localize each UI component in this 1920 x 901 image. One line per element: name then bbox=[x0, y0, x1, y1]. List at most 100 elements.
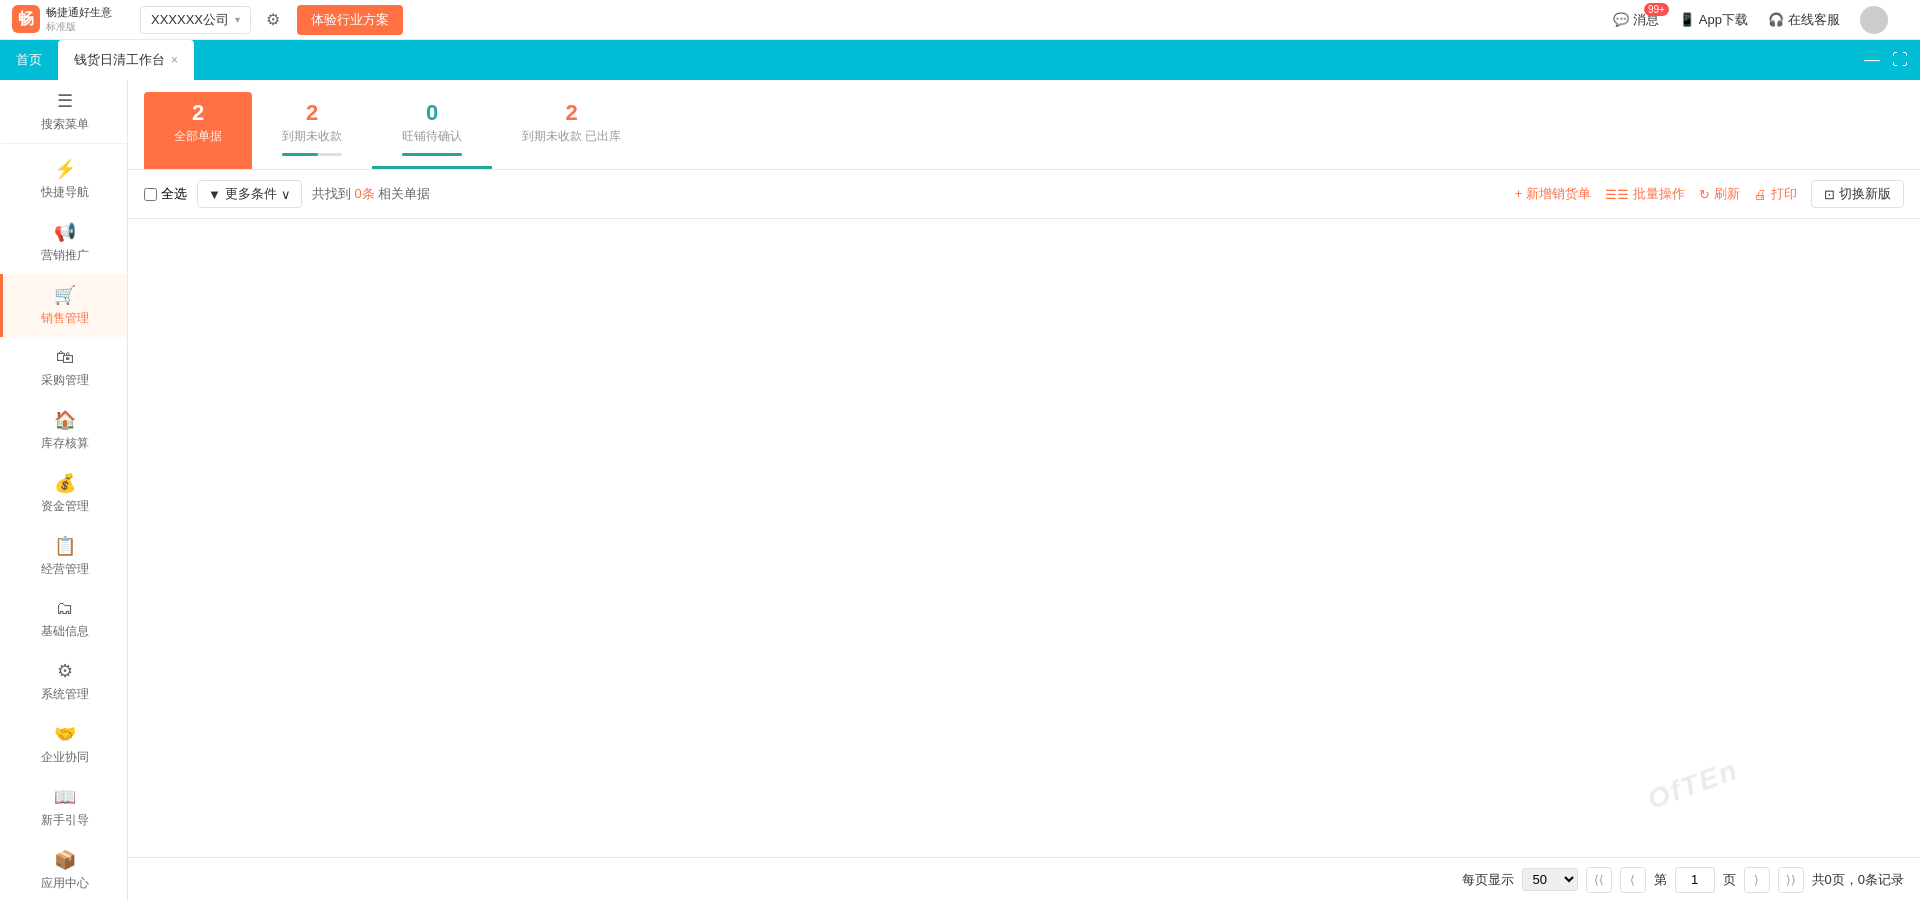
main-layout: ☰ 搜索菜单 ⚡ 快捷导航 📢 营销推广 🛒 销售管理 🛍 采购管理 🏠 库存核… bbox=[0, 80, 1920, 901]
page-input[interactable] bbox=[1675, 867, 1715, 893]
messages-badge: 99+ bbox=[1644, 3, 1669, 16]
sidebar-item-app-center[interactable]: 📦 应用中心 bbox=[0, 839, 127, 901]
add-sales-order-button[interactable]: + 新增销货单 bbox=[1515, 185, 1591, 203]
purchase-icon: 🛍 bbox=[56, 347, 74, 368]
operations-icon: 📋 bbox=[54, 535, 76, 557]
content-area: 2 全部单据 2 到期未收款 0 旺铺待确认 2 到期未收款 已出库 bbox=[128, 80, 1920, 901]
print-button[interactable]: 🖨 打印 bbox=[1754, 185, 1797, 203]
switch-version-button[interactable]: ⊡ 切换新版 bbox=[1811, 180, 1904, 208]
sidebar-item-purchase[interactable]: 🛍 采购管理 bbox=[0, 337, 127, 399]
guide-icon: 📖 bbox=[54, 786, 76, 808]
tab-active[interactable]: 钱货日清工作台 × bbox=[58, 40, 194, 80]
quick-nav-icon: ⚡ bbox=[54, 158, 76, 180]
stat-overdue-shipped-number: 2 bbox=[566, 100, 578, 126]
print-label: 打印 bbox=[1771, 185, 1797, 203]
first-page-button[interactable]: ⟨⟨ bbox=[1586, 867, 1612, 893]
stat-overdue-shipped-label: 到期未收款 已出库 bbox=[522, 128, 621, 145]
tab-close-icon[interactable]: × bbox=[171, 53, 178, 67]
switch-icon: ⊡ bbox=[1824, 187, 1835, 202]
logo-text: 畅捷通好生意 标准版 bbox=[46, 5, 112, 33]
basic-info-icon: 🗂 bbox=[56, 598, 74, 619]
filter-chevron: ∨ bbox=[281, 187, 291, 202]
app-icon: 📱 bbox=[1679, 12, 1695, 27]
filter-button[interactable]: ▼ 更多条件 ∨ bbox=[197, 180, 302, 208]
found-count: 0条 bbox=[355, 186, 375, 201]
refresh-button[interactable]: ↻ 刷新 bbox=[1699, 185, 1740, 203]
sidebar-basic-info-label: 基础信息 bbox=[41, 623, 89, 640]
tab-bar: 首页 钱货日清工作台 × — ⛶ bbox=[0, 40, 1920, 80]
tab-maximize-button[interactable]: ⛶ bbox=[1888, 47, 1912, 73]
app-download-btn[interactable]: 📱 App下载 bbox=[1679, 11, 1748, 29]
tab-minimize-button[interactable]: — bbox=[1860, 47, 1884, 73]
app-center-icon: 📦 bbox=[54, 849, 76, 871]
sidebar-marketing-label: 营销推广 bbox=[41, 247, 89, 264]
per-page-label: 每页显示 bbox=[1462, 871, 1514, 889]
online-service-label: 在线客服 bbox=[1788, 11, 1840, 29]
company-selector[interactable]: XXXXXX公司 ▾ bbox=[140, 6, 251, 34]
enterprise-icon: 🤝 bbox=[54, 723, 76, 745]
logo-title: 畅捷通好生意 bbox=[46, 5, 112, 19]
page-size-select[interactable]: 50 100 200 bbox=[1522, 868, 1578, 891]
stat-pending-fill bbox=[402, 153, 462, 156]
page-label: 第 bbox=[1654, 871, 1667, 889]
select-all-checkbox[interactable]: 全选 bbox=[144, 185, 187, 203]
next-page-button[interactable]: ⟩ bbox=[1744, 867, 1770, 893]
batch-operation-button[interactable]: ☰☰ 批量操作 bbox=[1605, 185, 1685, 203]
settings-icon[interactable]: ⚙ bbox=[259, 6, 287, 34]
logo-area: 畅 畅捷通好生意 标准版 bbox=[12, 5, 140, 33]
sidebar-item-finance[interactable]: 💰 资金管理 bbox=[0, 462, 127, 525]
avatar[interactable] bbox=[1860, 6, 1888, 34]
stat-overdue-progress bbox=[282, 153, 342, 156]
sidebar-item-system[interactable]: ⚙ 系统管理 bbox=[0, 650, 127, 713]
messages-btn[interactable]: 💬 消息 99+ bbox=[1613, 11, 1659, 29]
found-suffix: 相关单据 bbox=[378, 186, 430, 201]
sidebar-item-search[interactable]: ☰ 搜索菜单 bbox=[0, 80, 127, 144]
prev-page-button[interactable]: ⟨ bbox=[1620, 867, 1646, 893]
stat-tab-overdue-shipped[interactable]: 2 到期未收款 已出库 bbox=[492, 92, 651, 169]
found-prefix: 共找到 bbox=[312, 186, 351, 201]
stat-tab-all[interactable]: 2 全部单据 bbox=[144, 92, 252, 169]
sidebar-finance-label: 资金管理 bbox=[41, 498, 89, 515]
last-page-button[interactable]: ⟩⟩ bbox=[1778, 867, 1804, 893]
batch-label: 批量操作 bbox=[1633, 185, 1685, 203]
inventory-icon: 🏠 bbox=[54, 409, 76, 431]
sales-icon: 🛒 bbox=[54, 284, 76, 306]
sidebar-item-basic-info[interactable]: 🗂 基础信息 bbox=[0, 588, 127, 650]
checkbox-all-input[interactable] bbox=[144, 188, 157, 201]
online-service-btn[interactable]: 🎧 在线客服 bbox=[1768, 11, 1840, 29]
stat-tab-pending[interactable]: 0 旺铺待确认 bbox=[372, 92, 492, 169]
trial-button[interactable]: 体验行业方案 bbox=[297, 5, 403, 35]
sidebar-item-marketing[interactable]: 📢 营销推广 bbox=[0, 211, 127, 274]
service-icon: 🎧 bbox=[1768, 12, 1784, 27]
sidebar-item-inventory[interactable]: 🏠 库存核算 bbox=[0, 399, 127, 462]
stat-pending-label: 旺铺待确认 bbox=[402, 128, 462, 145]
app-download-label: App下载 bbox=[1699, 11, 1748, 29]
sidebar-item-sales[interactable]: 🛒 销售管理 bbox=[0, 274, 127, 337]
stat-overdue-label: 到期未收款 bbox=[282, 128, 342, 145]
sidebar-sales-label: 销售管理 bbox=[41, 310, 89, 327]
stat-pending-number: 0 bbox=[426, 100, 438, 126]
print-icon: 🖨 bbox=[1754, 187, 1767, 202]
filter-icon: ▼ bbox=[208, 187, 221, 202]
table-area bbox=[128, 219, 1920, 857]
sidebar-search-label: 搜索菜单 bbox=[41, 116, 89, 133]
sidebar-item-quick-nav[interactable]: ⚡ 快捷导航 bbox=[0, 148, 127, 211]
stat-all-number: 2 bbox=[192, 100, 204, 126]
stats-tabs: 2 全部单据 2 到期未收款 0 旺铺待确认 2 到期未收款 已出库 bbox=[128, 80, 1920, 170]
marketing-icon: 📢 bbox=[54, 221, 76, 243]
tab-bar-actions: — ⛶ bbox=[1860, 47, 1920, 73]
tab-active-label: 钱货日清工作台 bbox=[74, 51, 165, 69]
sidebar-system-label: 系统管理 bbox=[41, 686, 89, 703]
system-icon: ⚙ bbox=[57, 660, 73, 682]
switch-label: 切换新版 bbox=[1839, 185, 1891, 203]
stat-all-label: 全部单据 bbox=[174, 128, 222, 145]
sidebar-item-guide[interactable]: 📖 新手引导 bbox=[0, 776, 127, 839]
logo-icon: 畅 bbox=[12, 5, 40, 33]
tab-home[interactable]: 首页 bbox=[0, 40, 58, 80]
sidebar-item-operations[interactable]: 📋 经营管理 bbox=[0, 525, 127, 588]
sidebar-enterprise-label: 企业协同 bbox=[41, 749, 89, 766]
stat-overdue-number: 2 bbox=[306, 100, 318, 126]
sidebar-item-enterprise[interactable]: 🤝 企业协同 bbox=[0, 713, 127, 776]
stat-tab-overdue[interactable]: 2 到期未收款 bbox=[252, 92, 372, 169]
total-label: 共0页，0条记录 bbox=[1812, 871, 1904, 889]
